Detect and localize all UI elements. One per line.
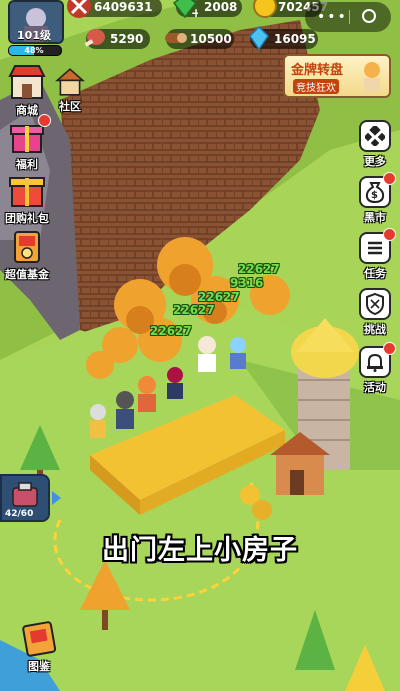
gems-value: 2008 bbox=[204, 0, 238, 14]
wood-value: 10500 bbox=[190, 32, 232, 46]
hero-bag-icon bbox=[12, 482, 38, 507]
notification-dot bbox=[383, 172, 396, 185]
green-gem-icon: + bbox=[172, 0, 198, 19]
left-menu-community[interactable]: 社区 bbox=[48, 66, 92, 114]
shield-icon bbox=[359, 288, 391, 320]
crystal-resource: 16095 bbox=[249, 25, 318, 51]
hero-bag-count: 42/60 bbox=[5, 509, 34, 519]
gold-coin-icon bbox=[253, 0, 277, 18]
codex-button[interactable]: 图鉴 bbox=[16, 618, 62, 674]
right-menu-more[interactable]: 更多 bbox=[357, 120, 393, 169]
right-menu-label: 挑战 bbox=[364, 323, 386, 336]
power-value: 6409631 bbox=[94, 0, 153, 14]
player-level: 101级 bbox=[17, 29, 51, 42]
damage-number: 22627 bbox=[173, 303, 215, 317]
banner-title: 金牌转盘 bbox=[291, 63, 344, 78]
damage-number: 9316 bbox=[230, 276, 264, 290]
capsule-divider bbox=[349, 10, 350, 24]
wood-log-icon bbox=[165, 33, 187, 43]
blue-crystal-icon bbox=[249, 25, 269, 51]
damage-number: 22627 bbox=[198, 290, 240, 304]
codex-label: 图鉴 bbox=[28, 660, 50, 673]
left-menu-label: 社区 bbox=[59, 100, 81, 113]
fund-icon bbox=[14, 231, 40, 263]
meat-value: 5290 bbox=[110, 32, 144, 46]
wood-resource: 10500 bbox=[165, 29, 234, 49]
left-menu-group-gift[interactable]: 团购礼包 bbox=[4, 170, 50, 226]
xp-percent: 48% bbox=[24, 46, 44, 55]
mini-program-capsule[interactable]: ••• bbox=[305, 2, 391, 32]
left-menu-label: 团购礼包 bbox=[5, 212, 49, 225]
crystal-value: 16095 bbox=[274, 32, 316, 46]
crossed-swords-icon bbox=[67, 0, 91, 18]
more-dots-icon[interactable]: ••• bbox=[317, 9, 348, 25]
power-resource: 6409631 bbox=[67, 0, 162, 18]
left-menu-welfare[interactable]: 福利 bbox=[4, 114, 51, 172]
damage-number: 22627 bbox=[238, 262, 280, 276]
video-subtitle: 出门左上小房子 bbox=[102, 535, 298, 566]
right-menu-black-market[interactable]: $ 黑市 bbox=[357, 172, 396, 225]
notification-dot bbox=[383, 342, 396, 355]
notification-dot bbox=[383, 228, 396, 241]
character-portrait-icon bbox=[364, 62, 380, 92]
meat-icon bbox=[84, 29, 105, 47]
svg-text:+: + bbox=[191, 6, 198, 19]
notification-dot bbox=[38, 114, 51, 127]
right-menu-label: 更多 bbox=[364, 155, 386, 168]
expand-arrow-icon[interactable] bbox=[52, 491, 61, 505]
close-target-icon[interactable] bbox=[362, 9, 376, 23]
house-icon bbox=[55, 68, 85, 96]
group-gift-icon bbox=[9, 177, 45, 207]
right-menu-challenge[interactable]: 挑战 bbox=[357, 288, 393, 337]
right-menu-tasks[interactable]: 任务 bbox=[357, 228, 396, 281]
hero-bag-button[interactable]: 42/60 bbox=[0, 474, 50, 522]
right-menu-label: 任务 bbox=[364, 267, 386, 280]
gems-resource[interactable]: + 2008 bbox=[172, 0, 242, 19]
svg-text:$: $ bbox=[371, 190, 378, 201]
left-menu-label: 超值基金 bbox=[5, 268, 49, 281]
gold-wheel-banner[interactable]: 金牌转盘 竞技狂欢 bbox=[283, 54, 391, 98]
codex-book-icon bbox=[22, 621, 57, 657]
damage-number: 22627 bbox=[150, 324, 192, 338]
banner-subtitle: 竞技狂欢 bbox=[293, 79, 339, 94]
shop-icon bbox=[8, 65, 46, 99]
right-menu-label: 黑市 bbox=[364, 211, 386, 224]
left-menu-shop[interactable]: 商城 bbox=[4, 62, 50, 118]
more-icon bbox=[359, 120, 391, 152]
right-menu-label: 活动 bbox=[364, 381, 386, 394]
meat-resource: 5290 bbox=[84, 29, 150, 49]
left-menu-fund[interactable]: 超值基金 bbox=[4, 226, 50, 282]
right-menu-events[interactable]: 活动 bbox=[357, 342, 396, 395]
